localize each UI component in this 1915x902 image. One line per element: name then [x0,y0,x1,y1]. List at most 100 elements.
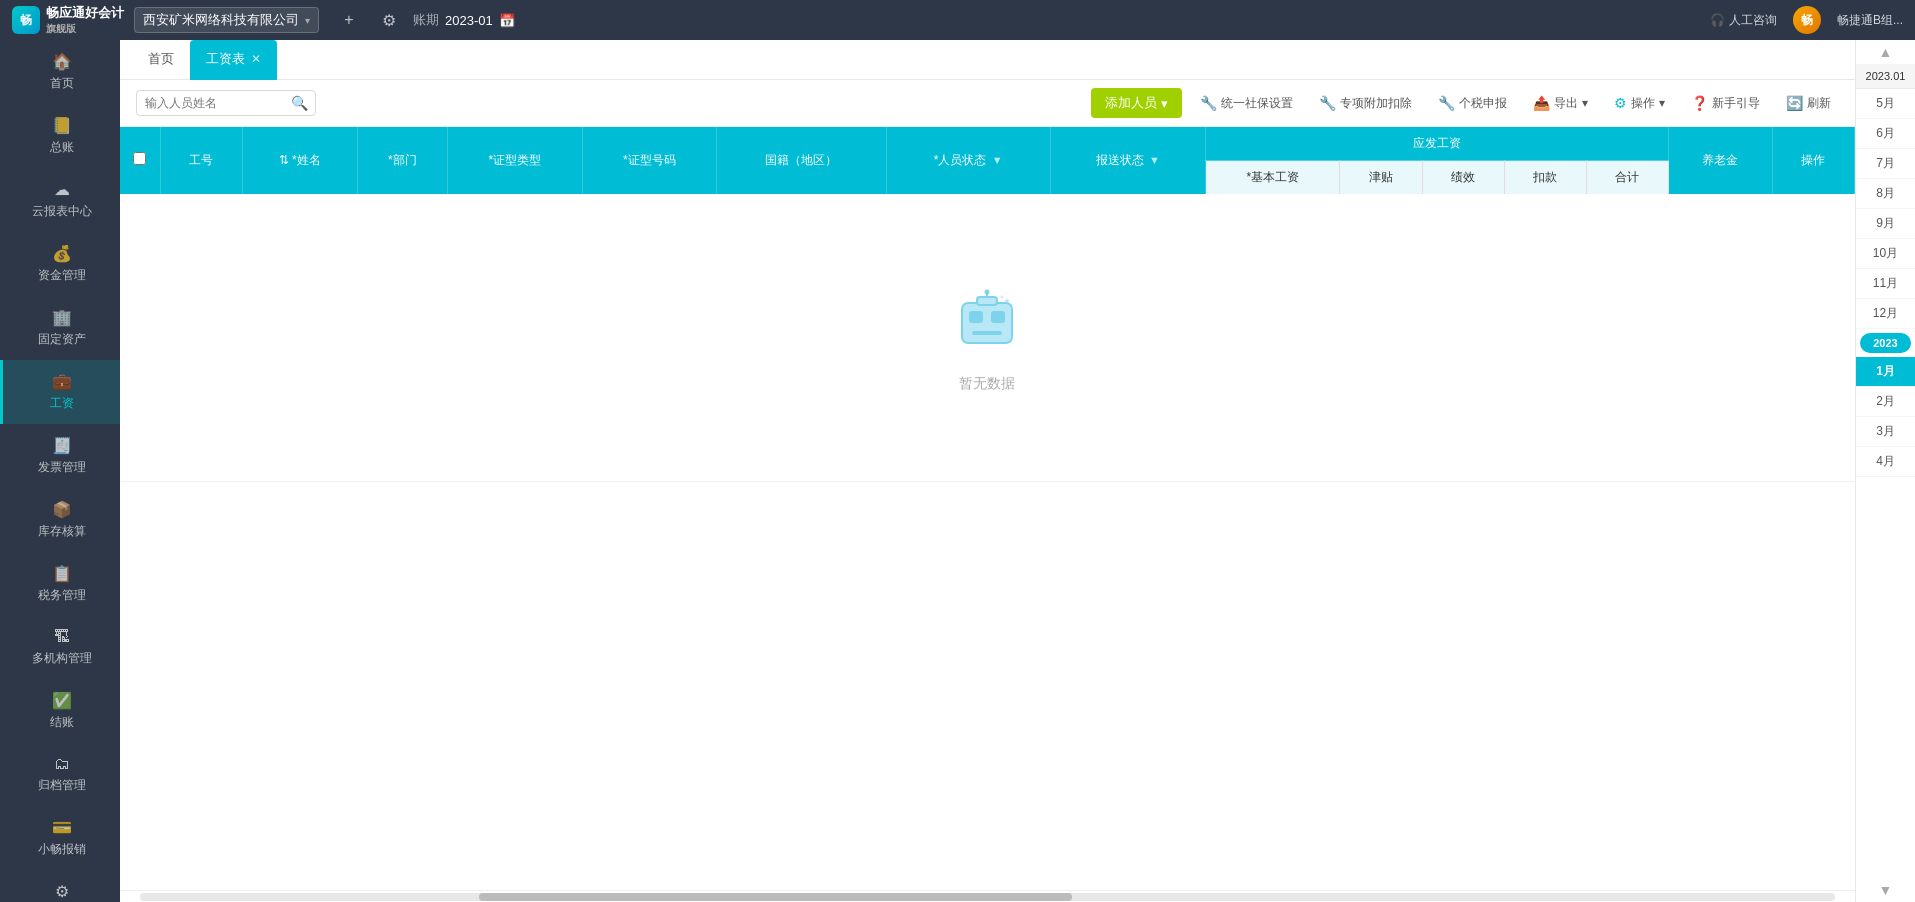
scrollbar-thumb[interactable] [479,893,1072,901]
toolbar-right: 添加人员 ▾ 🔧 统一社保设置 🔧 专项附加扣除 🔧 个税申报 📤 [1091,88,1839,118]
calendar-icon[interactable]: 📅 [499,13,515,28]
special-deduction-button[interactable]: 🔧 专项附加扣除 [1311,91,1420,116]
checkbox-header[interactable] [120,127,160,194]
sidebar-item-inventory[interactable]: 📦 库存核算 [0,488,120,552]
th-employee-no: 工号 [160,127,242,194]
month-12[interactable]: 12月 [1856,299,1915,329]
header-actions: + ⚙ [335,6,403,34]
month-9[interactable]: 9月 [1856,209,1915,239]
add-person-button[interactable]: 添加人员 ▾ [1091,88,1182,118]
sidebar-item-multiorg[interactable]: 🏗 多机构管理 [0,616,120,679]
add-person-dropdown-icon: ▾ [1161,96,1168,111]
new-guide-icon: ❓ [1691,95,1708,111]
logo-area: 畅 畅应通好会计 旗舰版 [12,4,124,36]
scroll-up-arrow[interactable]: ▲ [1856,40,1915,64]
sort-name-icon[interactable]: ⇅ [279,153,289,167]
search-wrap[interactable]: 🔍 [136,90,316,116]
settings-button[interactable]: ⚙ [375,6,403,34]
social-insurance-icon: 🔧 [1200,95,1217,111]
th-deduction: 扣款 [1504,161,1586,195]
sidebar-item-expense[interactable]: 💳 小畅报销 [0,806,120,870]
personal-tax-button[interactable]: 🔧 个税申报 [1430,91,1515,116]
search-input[interactable] [145,96,285,110]
right-panel: ▲ 2023.01 5月 6月 7月 8月 9月 10月 11月 12月 202… [1855,40,1915,902]
sidebar-item-salary[interactable]: 💼 工资 [0,360,120,424]
month-7[interactable]: 7月 [1856,149,1915,179]
report-filter-icon[interactable]: ▼ [1149,154,1160,166]
fund-icon: 💰 [52,244,72,263]
month-4[interactable]: 4月 [1856,447,1915,477]
empty-state: 暂无数据 [130,203,1845,473]
tax-icon: 📋 [52,564,72,583]
sidebar-item-basesettings[interactable]: ⚙ 基础设置 [0,870,120,902]
export-dropdown-icon: ▾ [1582,96,1588,110]
month-5[interactable]: 5月 [1856,89,1915,119]
new-guide-button[interactable]: ❓ 新手引导 [1683,91,1768,116]
tab-salary-table[interactable]: 工资表 ✕ [190,40,277,80]
sidebar-label-fund: 资金管理 [38,267,86,284]
special-deduction-label: 专项附加扣除 [1340,95,1412,112]
salary-table: 工号 ⇅ *姓名 *部门 *证型类型 *证型号码 [120,127,1855,482]
sidebar-label-salary: 工资 [50,395,74,412]
select-all-checkbox[interactable] [133,152,146,165]
main-layout: 🏠 首页 📒 总账 ☁ 云报表中心 💰 资金管理 🏢 固定资产 💼 工资 🧾 发… [0,40,1915,902]
logo-icon: 畅 [12,6,40,34]
sidebar-item-invoice[interactable]: 🧾 发票管理 [0,424,120,488]
th-allowance: 津贴 [1340,161,1422,195]
month-10[interactable]: 10月 [1856,239,1915,269]
header-right: 🎧 人工咨询 畅 畅捷通B组... [1710,6,1903,34]
search-icon: 🔍 [291,95,308,111]
sidebar: 🏠 首页 📒 总账 ☁ 云报表中心 💰 资金管理 🏢 固定资产 💼 工资 🧾 发… [0,40,120,902]
tab-close-icon[interactable]: ✕ [251,52,261,66]
sidebar-item-ledger[interactable]: 📒 总账 [0,104,120,168]
refresh-label: 刷新 [1807,95,1831,112]
empty-text: 暂无数据 [959,375,1015,393]
status-filter-icon[interactable]: ▼ [992,154,1003,166]
month-2[interactable]: 2月 [1856,387,1915,417]
tab-salary-table-label: 工资表 [206,50,245,68]
add-company-button[interactable]: + [335,6,363,34]
sidebar-item-assets[interactable]: 🏢 固定资产 [0,296,120,360]
th-pension: 养老金 [1668,127,1772,194]
svg-rect-3 [972,331,1002,335]
horizontal-scrollbar[interactable] [120,890,1855,902]
th-name: ⇅ *姓名 [242,127,357,194]
sidebar-label-archive: 归档管理 [38,777,86,794]
new-guide-label: 新手引导 [1712,95,1760,112]
social-insurance-button[interactable]: 🔧 统一社保设置 [1192,91,1301,116]
sidebar-item-settle[interactable]: ✅ 结账 [0,679,120,743]
headset-icon: 🎧 [1710,13,1725,27]
operations-label: 操作 [1631,95,1655,112]
settle-icon: ✅ [52,691,72,710]
sidebar-item-cloud[interactable]: ☁ 云报表中心 [0,168,120,232]
expense-icon: 💳 [52,818,72,837]
period-label: 账期 [413,11,439,29]
sidebar-label-expense: 小畅报销 [38,841,86,858]
company-name: 西安矿米网络科技有限公司 [143,11,299,29]
month-11[interactable]: 11月 [1856,269,1915,299]
th-id-number: *证型号码 [582,127,716,194]
svg-point-9 [1001,295,1004,298]
sidebar-item-fund[interactable]: 💰 资金管理 [0,232,120,296]
cloud-icon: ☁ [54,180,70,199]
sidebar-item-home[interactable]: 🏠 首页 [0,40,120,104]
sidebar-item-tax[interactable]: 📋 税务管理 [0,552,120,616]
th-salary-group: 应发工资 [1206,127,1669,161]
customer-service-button[interactable]: 🎧 人工咨询 [1710,12,1777,29]
tab-home[interactable]: 首页 [132,40,190,80]
month-8[interactable]: 8月 [1856,179,1915,209]
month-1[interactable]: 1月 [1856,357,1915,387]
empty-cell: 暂无数据 [120,194,1855,481]
toolbar: 🔍 添加人员 ▾ 🔧 统一社保设置 🔧 专项附加扣除 🔧 个税申报 [120,80,1855,127]
month-6[interactable]: 6月 [1856,119,1915,149]
th-basic-salary: *基本工资 [1206,161,1340,195]
scroll-down-arrow[interactable]: ▼ [1856,878,1915,902]
svg-point-8 [1011,306,1014,309]
export-button[interactable]: 📤 导出 ▾ [1525,91,1596,116]
refresh-button[interactable]: 🔄 刷新 [1778,91,1839,116]
sidebar-item-archive[interactable]: 🗂 归档管理 [0,743,120,806]
th-nationality: 国籍（地区） [716,127,886,194]
operations-button[interactable]: ⚙ 操作 ▾ [1606,91,1673,116]
month-3[interactable]: 3月 [1856,417,1915,447]
company-selector[interactable]: 西安矿米网络科技有限公司 ▾ [134,7,319,33]
